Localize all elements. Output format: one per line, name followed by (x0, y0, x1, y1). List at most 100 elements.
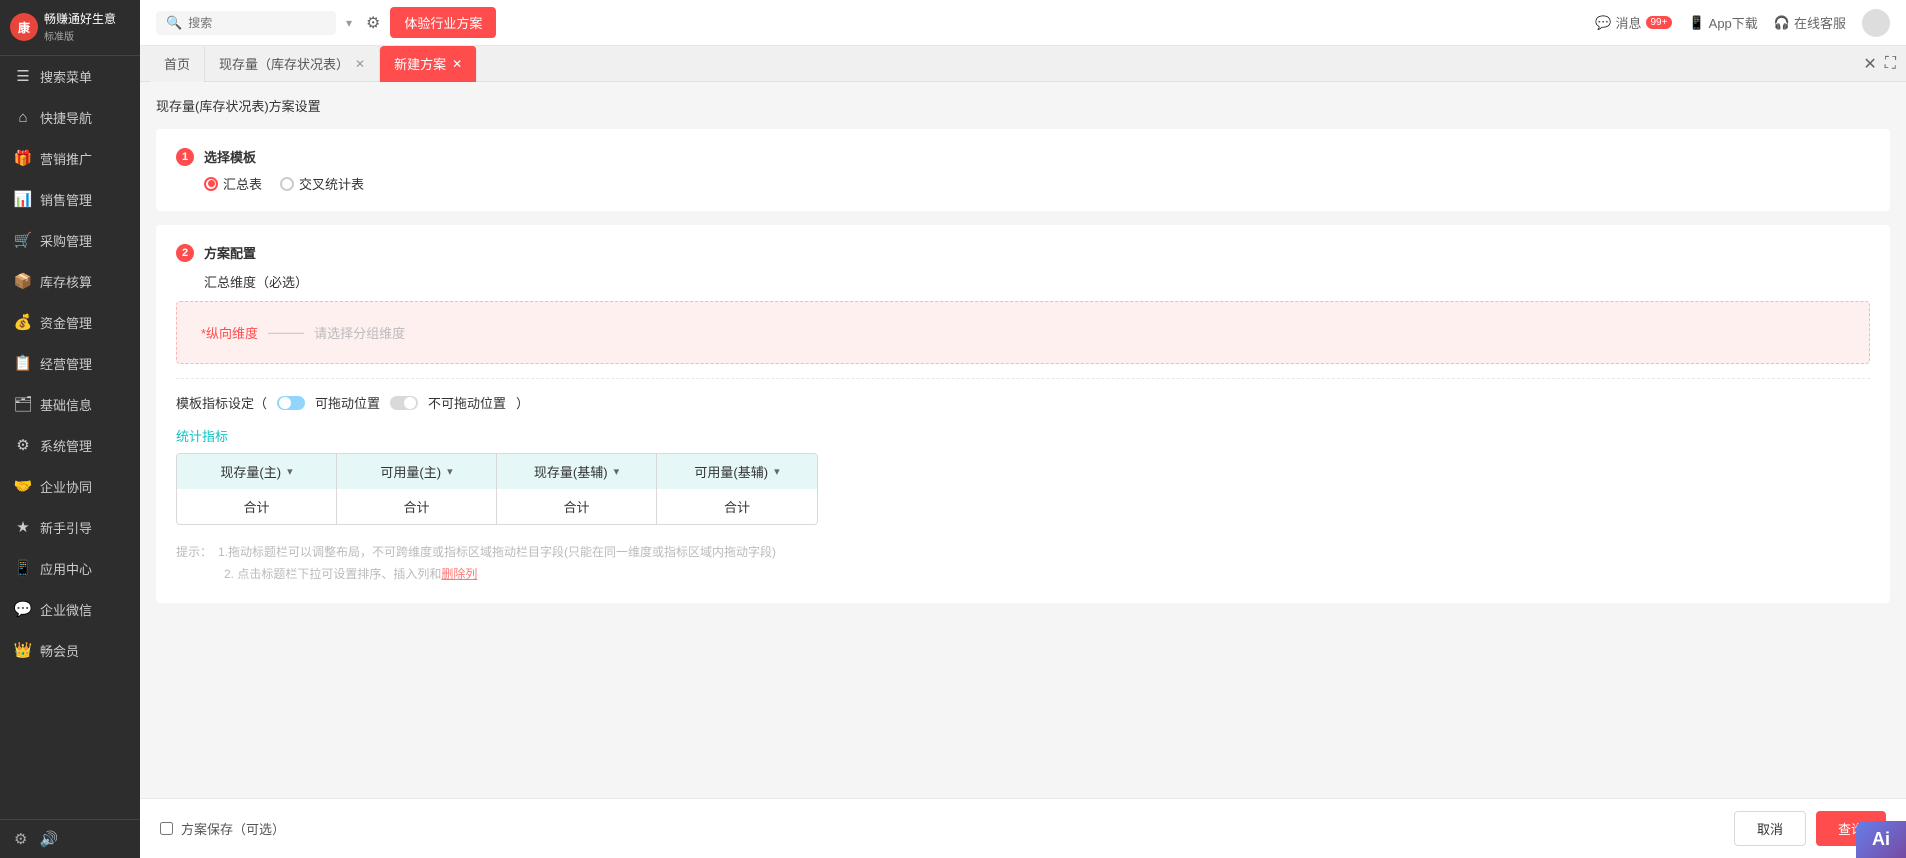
settings-icon[interactable]: ⚙ (14, 830, 27, 848)
step1-header: 1 选择模板 (176, 147, 1870, 166)
sidebar-item-label: 基础信息 (40, 395, 92, 414)
indicator-settings-label: 模板指标设定（ (176, 393, 267, 412)
tips-section: 提示： 1.拖动标题栏可以调整布局，不可跨维度或指标区域拖动栏目字段(只能在同一… (176, 542, 1870, 585)
stats-col-current-aux-dropdown[interactable]: ▾ (614, 465, 620, 478)
quick-nav-icon: ⌂ (14, 108, 32, 126)
topbar-dropdown-icon[interactable]: ▾ (346, 16, 352, 30)
stats-body-current-aux: 合计 (497, 489, 657, 524)
tab-home[interactable]: 首页 (150, 46, 205, 82)
sidebar-item-label: 企业协同 (40, 477, 92, 496)
stats-col-current-main-label: 现存量(主) (220, 462, 281, 481)
tab-new-scheme-label: 新建方案 (394, 54, 446, 73)
topbar: 🔍 ▾ ⚙ 体验行业方案 💬 消息 99+ 📱 App下载 🎧 在线客服 (140, 0, 1906, 46)
stats-body-current-main: 合计 (177, 489, 337, 524)
step1-title: 选择模板 (204, 147, 256, 166)
tab-new-scheme-close[interactable]: ✕ (452, 57, 462, 71)
marketing-icon: 🎁 (14, 149, 32, 167)
stats-col-current-main-dropdown[interactable]: ▾ (287, 465, 293, 478)
dimension-area[interactable]: *纵向维度 —— 请选择分组维度 (176, 301, 1870, 364)
stats-body-available-main: 合计 (337, 489, 497, 524)
sidebar-item-quick-nav[interactable]: ⌂ 快捷导航 (0, 97, 140, 138)
sidebar-item-label: 销售管理 (40, 190, 92, 209)
topbar-settings-icon[interactable]: ⚙ (366, 13, 380, 33)
sidebar-item-label: 应用中心 (40, 559, 92, 578)
topbar-right: 💬 消息 99+ 📱 App下载 🎧 在线客服 (1595, 9, 1890, 37)
stats-col-current-aux[interactable]: 现存量(基辅) ▾ (497, 454, 657, 489)
stats-body-available-aux-value: 合计 (724, 497, 750, 516)
stats-col-available-main-dropdown[interactable]: ▾ (447, 465, 453, 478)
ai-fab-button[interactable]: Ai (1856, 821, 1906, 858)
radio-cross[interactable]: 交叉统计表 (280, 174, 364, 193)
tip-2: 2. 点击标题栏下拉可设置排序、插入列和删除列 (176, 564, 1870, 586)
sidebar-item-label: 畅会员 (40, 641, 79, 660)
radio-summary[interactable]: 汇总表 (204, 174, 262, 193)
msg-label: 消息 (1615, 13, 1641, 32)
sidebar-item-basic-info[interactable]: 🗂 基础信息 (0, 384, 140, 425)
tab-new-scheme[interactable]: 新建方案 ✕ (380, 46, 477, 82)
main-area: 🔍 ▾ ⚙ 体验行业方案 💬 消息 99+ 📱 App下载 🎧 在线客服 (140, 0, 1906, 858)
msg-item[interactable]: 💬 消息 99+ (1595, 13, 1672, 32)
experience-btn[interactable]: 体验行业方案 (390, 7, 496, 38)
sidebar-item-wechat[interactable]: 💬 企业微信 (0, 589, 140, 630)
sidebar-item-search-menu[interactable]: ☰ 搜索菜单 (0, 56, 140, 97)
vip-icon: 👑 (14, 641, 32, 659)
stats-col-available-aux[interactable]: 可用量(基辅) ▾ (657, 454, 817, 489)
sidebar-item-marketing[interactable]: 🎁 营销推广 (0, 138, 140, 179)
sidebar-item-app-center[interactable]: 📱 应用中心 (0, 548, 140, 589)
save-scheme-checkbox[interactable] (160, 822, 173, 835)
sidebar-item-system[interactable]: ⚙ 系统管理 (0, 425, 140, 466)
indicator-not-draggable-toggle[interactable] (390, 396, 418, 410)
tab-close-icon[interactable]: ✕ (1863, 54, 1876, 74)
basic-info-icon: 🗂 (14, 395, 32, 413)
tab-expand-icon[interactable]: ⛶ (1885, 55, 1896, 73)
tab-home-label: 首页 (164, 54, 190, 73)
cancel-button[interactable]: 取消 (1734, 811, 1806, 846)
indicator-settings-row: 模板指标设定（ 可拖动位置 不可拖动位置 ） (176, 393, 1870, 412)
stats-col-available-main[interactable]: 可用量(主) ▾ (337, 454, 497, 489)
wechat-icon: 💬 (14, 600, 32, 618)
radio-summary-label: 汇总表 (223, 174, 262, 193)
app-download-icon: 📱 (1688, 15, 1704, 31)
tabbar: 首页 现存量（库存状况表） ✕ 新建方案 ✕ ✕ ⛶ (140, 46, 1906, 82)
sidebar-item-sales[interactable]: 📊 销售管理 (0, 179, 140, 220)
speaker-icon[interactable]: 🔊 (39, 830, 58, 848)
stats-col-available-aux-dropdown[interactable]: ▾ (774, 465, 780, 478)
step2-title: 方案配置 (204, 243, 256, 262)
sidebar-item-finance[interactable]: 💰 资金管理 (0, 302, 140, 343)
sidebar-item-vip[interactable]: 👑 畅会员 (0, 630, 140, 671)
tabbar-controls: ✕ ⛶ (1863, 54, 1906, 74)
indicator-draggable-toggle[interactable] (277, 396, 305, 410)
tab-inventory-status-close[interactable]: ✕ (355, 57, 365, 71)
app-name: 畅赚通好生意 (44, 12, 116, 28)
inventory-icon: 📦 (14, 272, 32, 290)
user-avatar[interactable] (1862, 9, 1890, 37)
logo-icon: 康 (10, 13, 38, 41)
stats-header-row: 现存量(主) ▾ 可用量(主) ▾ 现存量(基辅) ▾ 可用量(基辅) (177, 454, 817, 489)
delete-column-link[interactable]: 删除列 (441, 567, 477, 581)
tab-inventory-status[interactable]: 现存量（库存状况表） ✕ (205, 46, 380, 82)
purchase-icon: 🛒 (14, 231, 32, 249)
main-content: 现存量(库存状况表)方案设置 1 选择模板 汇总表 交叉统计表 2 (140, 82, 1906, 798)
online-service-label: 在线客服 (1794, 13, 1846, 32)
sidebar-item-purchase[interactable]: 🛒 采购管理 (0, 220, 140, 261)
new-guide-icon: ★ (14, 518, 32, 536)
search-icon: 🔍 (166, 15, 182, 31)
stats-col-current-main[interactable]: 现存量(主) ▾ (177, 454, 337, 489)
app-download-item[interactable]: 📱 App下载 (1688, 13, 1757, 32)
msg-icon: 💬 (1595, 15, 1611, 31)
stats-table: 现存量(主) ▾ 可用量(主) ▾ 现存量(基辅) ▾ 可用量(基辅) (176, 453, 818, 525)
sidebar-item-label: 资金管理 (40, 313, 92, 332)
online-service-item[interactable]: 🎧 在线客服 (1774, 13, 1846, 32)
search-input[interactable] (188, 16, 308, 30)
sidebar-item-inventory[interactable]: 📦 库存核算 (0, 261, 140, 302)
sidebar-item-operation[interactable]: 📋 经营管理 (0, 343, 140, 384)
stats-body-row: 合计 合计 合计 合计 (177, 489, 817, 524)
stats-col-available-aux-label: 可用量(基辅) (694, 462, 768, 481)
topbar-search-box[interactable]: 🔍 (156, 11, 336, 35)
template-radio-group: 汇总表 交叉统计表 (204, 174, 1870, 193)
sidebar-item-enterprise[interactable]: 🤝 企业协同 (0, 466, 140, 507)
sidebar-item-new-guide[interactable]: ★ 新手引导 (0, 507, 140, 548)
step2-card: 2 方案配置 汇总维度（必选） *纵向维度 —— 请选择分组维度 模板指标设定（… (156, 225, 1890, 603)
page-title: 现存量(库存状况表)方案设置 (156, 96, 1890, 115)
sidebar: 康 畅赚通好生意 标准版 ☰ 搜索菜单 ⌂ 快捷导航 🎁 营销推广 📊 销售管理… (0, 0, 140, 858)
